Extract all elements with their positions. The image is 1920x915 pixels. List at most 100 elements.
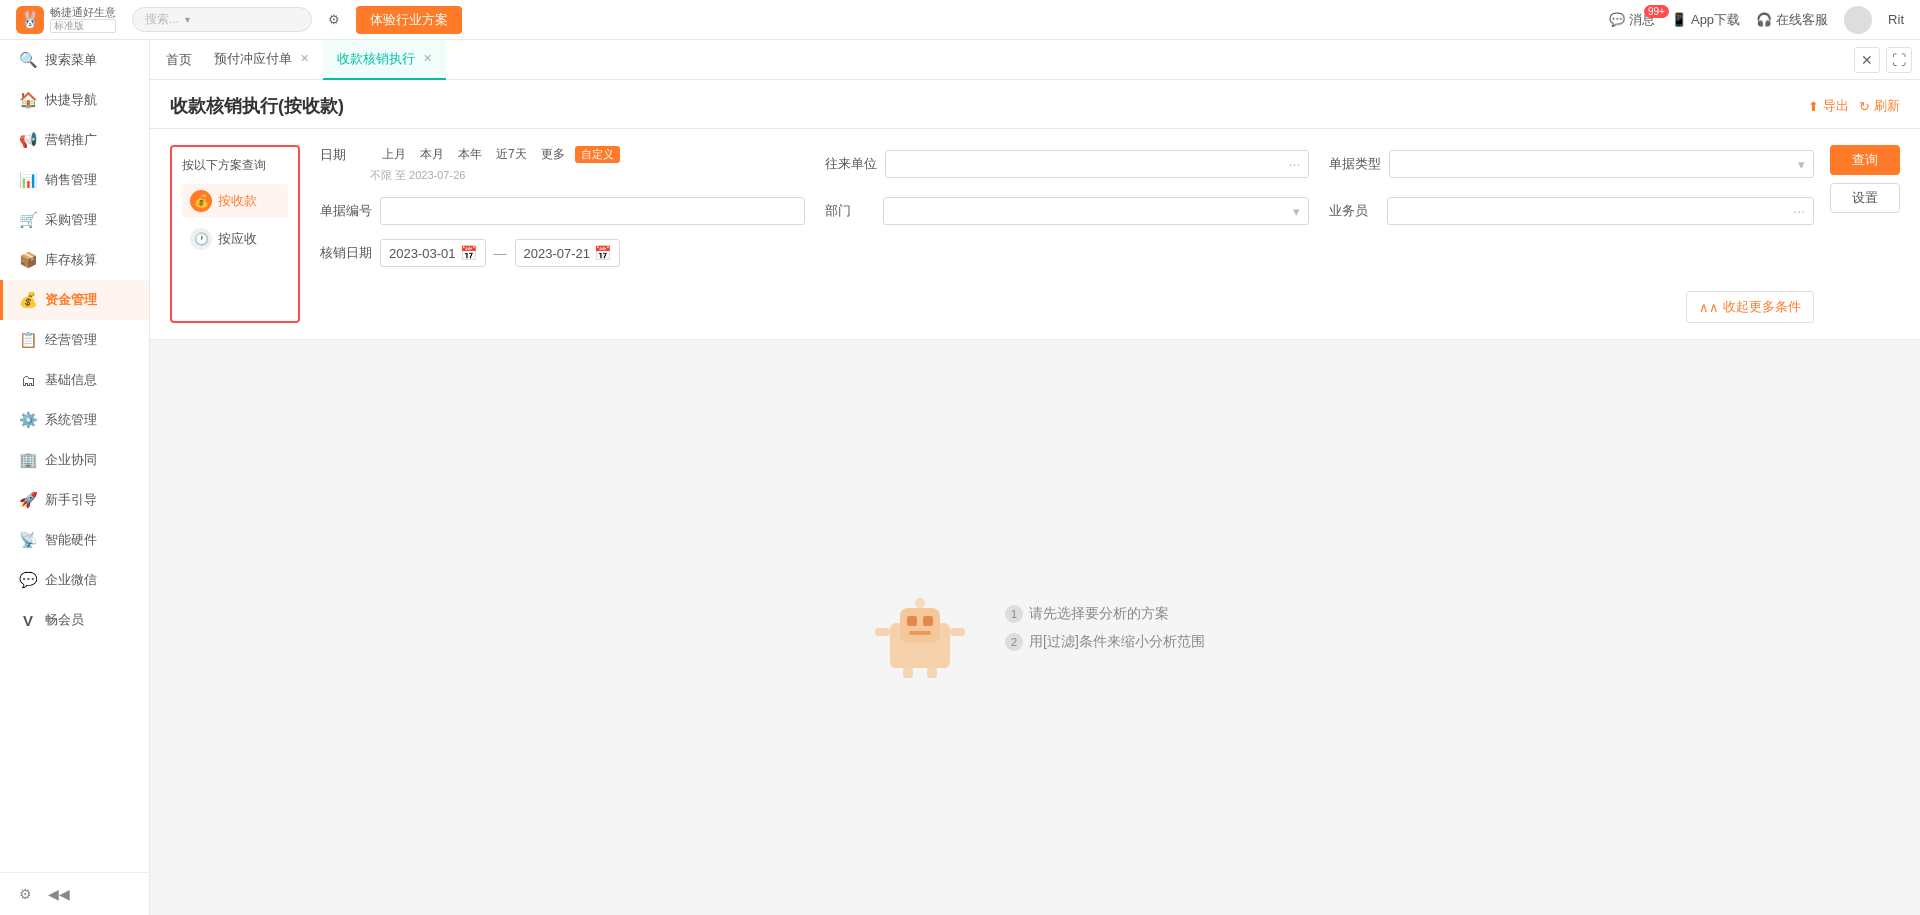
verify-date-start-field[interactable]: 2023-03-01 📅: [380, 239, 486, 267]
chevron-down-dept: ▾: [1293, 204, 1300, 219]
content-area: 首页 预付冲应付单 ✕ 收款核销执行 ✕ ✕ ⛶ 收款核销执行(按收款) ⬆: [150, 40, 1920, 915]
receivable-icon: 🕐: [190, 228, 212, 250]
filter-sidebar: 按以下方案查询 💰 按收款 🕐 按应收: [170, 145, 300, 323]
orderno-input[interactable]: [380, 197, 805, 225]
sidebar-item-operation[interactable]: 📋 经营管理: [0, 320, 149, 360]
sidebar-item-finance[interactable]: 💰 资金管理: [0, 280, 149, 320]
empty-hint-1-text: 请先选择要分析的方案: [1029, 605, 1169, 623]
finance-icon: 💰: [19, 291, 37, 309]
query-button[interactable]: 查询: [1830, 145, 1900, 175]
top-bar: 🐰 畅捷通好生意 标准版 搜索... ▾ ⚙ 体验行业方案 💬 消息 99+ 📱…: [0, 0, 1920, 40]
sidebar-item-basic[interactable]: 🗂 基础信息: [0, 360, 149, 400]
sidebar: 🔍 搜索菜单 🏠 快捷导航 📢 营销推广 📊 销售管理 🛒 采购管理 📦 库存核…: [0, 40, 150, 915]
filter-area: 按以下方案查询 💰 按收款 🕐 按应收: [150, 129, 1920, 340]
sidebar-item-system[interactable]: ⚙️ 系统管理: [0, 400, 149, 440]
dept-field: 部门 ▾: [825, 197, 1310, 225]
collapse-sidebar-button[interactable]: ◀◀: [46, 881, 72, 907]
tab-bar-actions: ✕ ⛶: [1854, 47, 1912, 73]
partner-select[interactable]: ···: [885, 150, 1310, 178]
guide-icon: 🚀: [19, 491, 37, 509]
gear-button[interactable]: ⚙: [320, 6, 348, 34]
sidebar-item-enterprise[interactable]: 🏢 企业协同: [0, 440, 149, 480]
tab-prepay-close[interactable]: ✕: [300, 52, 309, 65]
svg-rect-8: [927, 668, 937, 678]
filter-option-by-receipt[interactable]: 💰 按收款: [182, 184, 288, 218]
filter-option-receivable-label: 按应收: [218, 230, 257, 248]
sidebar-item-purchase[interactable]: 🛒 采购管理: [0, 200, 149, 240]
staff-dots: ···: [1793, 203, 1805, 219]
staff-field: 业务员 ···: [1329, 197, 1814, 225]
tab-collect-close[interactable]: ✕: [423, 52, 432, 65]
sidebar-item-marketing[interactable]: 📢 营销推广: [0, 120, 149, 160]
chevron-down-doctype: ▾: [1798, 157, 1805, 172]
chevron-down-icon: ▾: [185, 14, 190, 25]
sidebar-item-label: 企业协同: [45, 451, 97, 469]
date-this-month[interactable]: 本月: [416, 145, 448, 164]
trial-button[interactable]: 体验行业方案: [356, 6, 462, 34]
home-icon: 🏠: [19, 91, 37, 109]
export-button[interactable]: ⬆ 导出: [1808, 97, 1849, 115]
empty-num-2: 2: [1005, 633, 1023, 651]
message-button[interactable]: 💬 消息 99+: [1609, 11, 1655, 29]
close-tab-button[interactable]: ✕: [1854, 47, 1880, 73]
doctype-select[interactable]: ▾: [1389, 150, 1814, 178]
filter-settings-button[interactable]: 设置: [1830, 183, 1900, 213]
date-label: 日期: [320, 146, 370, 164]
collapse-label: 收起更多条件: [1723, 298, 1801, 316]
settings-bottom-icon[interactable]: ⚙: [12, 881, 38, 907]
empty-hint-1: 1 请先选择要分析的方案: [1005, 605, 1205, 623]
date-more[interactable]: 更多: [537, 145, 569, 164]
collapse-filters-button[interactable]: ∧∧ 收起更多条件: [1686, 291, 1814, 323]
brand-name: 畅捷通好生意: [50, 6, 116, 19]
verify-date-start-value: 2023-03-01: [389, 246, 456, 261]
sidebar-item-quick-nav[interactable]: 🏠 快捷导航: [0, 80, 149, 120]
system-icon: ⚙️: [19, 411, 37, 429]
app-download-button[interactable]: 📱 App下载: [1671, 11, 1740, 29]
date-custom-badge[interactable]: 自定义: [575, 146, 620, 163]
verify-date-end-field[interactable]: 2023-07-21 📅: [515, 239, 621, 267]
search-menu-icon: 🔍: [19, 51, 37, 69]
customer-service-button[interactable]: 🎧 在线客服: [1756, 11, 1828, 29]
svg-rect-4: [909, 631, 931, 635]
user-avatar[interactable]: [1844, 6, 1872, 34]
sidebar-item-guide[interactable]: 🚀 新手引导: [0, 480, 149, 520]
search-box[interactable]: 搜索... ▾: [132, 7, 312, 32]
refresh-button[interactable]: ↻ 刷新: [1859, 97, 1900, 115]
export-label: 导出: [1823, 97, 1849, 115]
maximize-tab-button[interactable]: ⛶: [1886, 47, 1912, 73]
sidebar-item-label: 基础信息: [45, 371, 97, 389]
home-tab[interactable]: 首页: [158, 51, 200, 69]
tab-prepay[interactable]: 预付冲应付单 ✕: [200, 40, 323, 80]
sidebar-item-inventory[interactable]: 📦 库存核算: [0, 240, 149, 280]
sidebar-item-label: 企业微信: [45, 571, 97, 589]
wechat-icon: 💬: [19, 571, 37, 589]
date-last-month[interactable]: 上月: [378, 145, 410, 164]
top-bar-right: 💬 消息 99+ 📱 App下载 🎧 在线客服 Rit: [1609, 6, 1904, 34]
filter-row-1: 日期 上月 本月 本年 近7天 更多 自定义: [320, 145, 1814, 183]
date-7days[interactable]: 近7天: [492, 145, 531, 164]
refresh-label: 刷新: [1874, 97, 1900, 115]
sidebar-item-hardware[interactable]: 📡 智能硬件: [0, 520, 149, 560]
filter-sidebar-title: 按以下方案查询: [182, 157, 288, 174]
sidebar-item-wechat[interactable]: 💬 企业微信: [0, 560, 149, 600]
dept-label: 部门: [825, 202, 875, 220]
empty-hint-2-text: 用[过滤]条件来缩小分析范围: [1029, 633, 1205, 651]
empty-illustration: [865, 573, 975, 683]
tab-collect[interactable]: 收款核销执行 ✕: [323, 40, 446, 80]
date-this-year[interactable]: 本年: [454, 145, 486, 164]
svg-rect-7: [903, 668, 913, 678]
member-icon: V: [19, 612, 37, 629]
partner-dots: ···: [1289, 156, 1301, 172]
sidebar-item-sales[interactable]: 📊 销售管理: [0, 160, 149, 200]
sidebar-item-member[interactable]: V 畅会员: [0, 600, 149, 640]
filter-body: 按以下方案查询 💰 按收款 🕐 按应收: [170, 145, 1900, 323]
svg-rect-6: [950, 628, 965, 636]
dept-select[interactable]: ▾: [883, 197, 1310, 225]
date-field-group: 日期 上月 本月 本年 近7天 更多 自定义: [320, 145, 805, 183]
sidebar-item-label: 新手引导: [45, 491, 97, 509]
username: Rit: [1888, 12, 1904, 27]
filter-option-by-receivable[interactable]: 🕐 按应收: [182, 222, 288, 256]
sidebar-item-search-menu[interactable]: 🔍 搜索菜单: [0, 40, 149, 80]
sidebar-item-label: 资金管理: [45, 291, 97, 309]
staff-select[interactable]: ···: [1387, 197, 1814, 225]
